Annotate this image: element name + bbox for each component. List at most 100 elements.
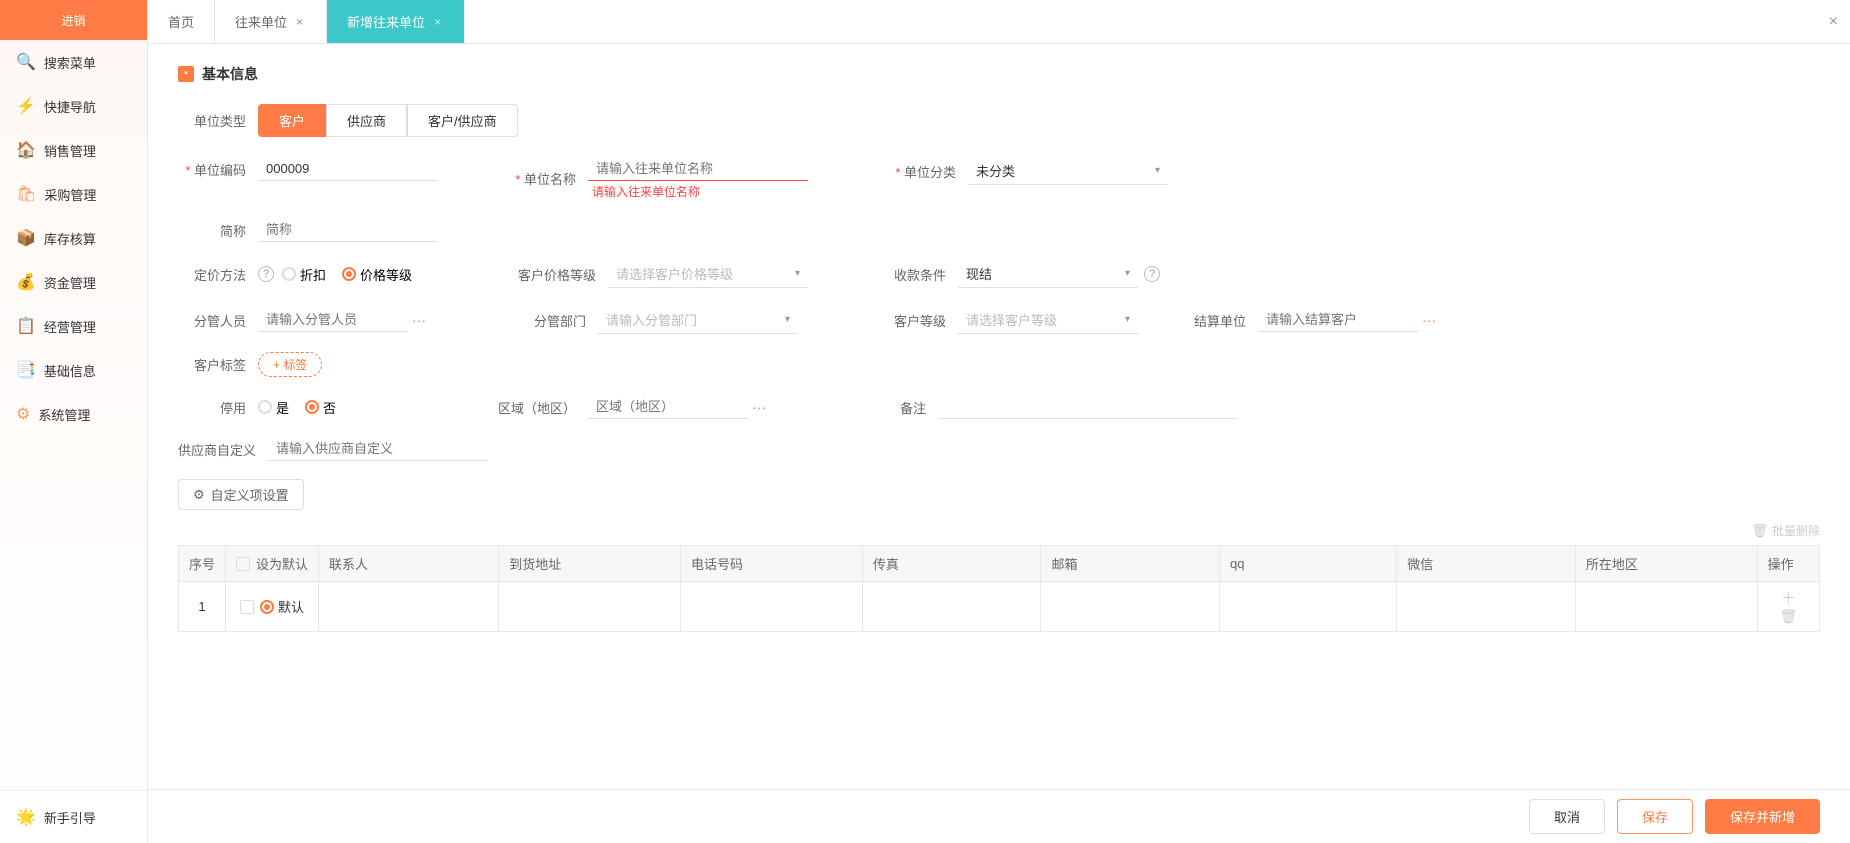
phone-input[interactable] — [691, 599, 852, 614]
add-tag-button[interactable]: + 标签 — [258, 352, 322, 377]
sidebar-item-ops[interactable]: 📋 经营管理 — [0, 304, 147, 348]
guide-icon: 🌟 — [16, 807, 36, 827]
tab-home-label: 首页 — [168, 12, 194, 31]
sidebar-item-finance[interactable]: 💰 资金管理 — [0, 260, 147, 304]
payment-terms-select[interactable]: 现结 ▾ — [958, 260, 1138, 288]
short-name-input[interactable] — [258, 218, 438, 242]
sidebar-item-label: 快捷导航 — [44, 97, 96, 116]
radio-discount[interactable]: 折扣 — [282, 265, 326, 284]
footer: 取消 保存 保存并新增 — [148, 789, 1850, 843]
area-more-btn[interactable]: ··· — [748, 399, 770, 415]
col-action: 操作 — [1757, 546, 1819, 582]
radio-disabled-no[interactable]: 否 — [305, 398, 336, 417]
type-btn-both[interactable]: 客户/供应商 — [407, 104, 518, 137]
save-button[interactable]: 保存 — [1617, 799, 1693, 834]
field-area: 区域（地区） ··· — [478, 395, 838, 419]
cell-phone[interactable] — [681, 582, 863, 632]
save-new-button[interactable]: 保存并新增 — [1705, 799, 1820, 834]
tab-partners[interactable]: 往来单位 × — [215, 0, 327, 43]
tab-new-partner[interactable]: 新增往来单位 × — [327, 0, 465, 43]
custom-settings-label: 自定义项设置 — [211, 485, 289, 504]
row-short-name: 简称 — [178, 218, 1820, 242]
cell-qq[interactable] — [1220, 582, 1397, 632]
cell-fax[interactable] — [862, 582, 1041, 632]
supplier-custom-label: 供应商自定义 — [178, 440, 268, 459]
cell-contact[interactable] — [319, 582, 499, 632]
manager-more-btn[interactable]: ··· — [408, 312, 430, 328]
pricing-method-label: 定价方法 — [178, 265, 258, 284]
unit-code-input[interactable] — [258, 157, 438, 181]
delete-row-btn[interactable]: 🗑 — [1779, 608, 1797, 624]
custom-settings-button[interactable]: ⚙ 自定义项设置 — [178, 479, 304, 510]
cell-region[interactable] — [1575, 582, 1757, 632]
sidebar-item-base[interactable]: 📑 基础信息 — [0, 348, 147, 392]
cell-wechat[interactable] — [1397, 582, 1576, 632]
search-icon: 🔍 — [16, 52, 36, 72]
add-row-btn[interactable]: ＋ — [1781, 590, 1795, 606]
contact-input[interactable] — [329, 599, 488, 614]
unit-name-error: 请输入往来单位名称 — [588, 183, 808, 200]
radio-price-level-circle — [342, 267, 356, 281]
settlement-unit-more-btn[interactable]: ··· — [1418, 312, 1440, 328]
radio-no-circle — [305, 400, 319, 414]
fax-input[interactable] — [873, 599, 1031, 614]
field-customer-price-level: 客户价格等级 请选择客户价格等级 ▾ — [498, 260, 858, 288]
qq-input[interactable] — [1230, 599, 1386, 614]
region-input[interactable] — [1586, 599, 1747, 614]
manager-input[interactable] — [258, 308, 408, 332]
default-radio[interactable]: 默认 — [260, 597, 304, 616]
cancel-button[interactable]: 取消 — [1529, 799, 1605, 834]
payment-help-icon[interactable]: ? — [1144, 266, 1160, 282]
radio-disabled-yes[interactable]: 是 — [258, 398, 289, 417]
email-input[interactable] — [1051, 599, 1209, 614]
sidebar-item-purchase[interactable]: 🛍 采购管理 — [0, 172, 147, 216]
sidebar-item-guide[interactable]: 🌟 新手引导 — [0, 799, 147, 835]
address-input[interactable] — [509, 599, 670, 614]
radio-price-level[interactable]: 价格等级 — [342, 265, 412, 284]
remark-input[interactable] — [938, 395, 1238, 419]
content-area: ▪ 基本信息 单位类型 客户 供应商 客户/供应商 单位编码 单位名称 — [148, 44, 1850, 789]
tab-partners-close[interactable]: × — [293, 14, 306, 30]
customer-level-placeholder: 请选择客户等级 — [966, 310, 1057, 329]
tab-bar-close-all[interactable]: × — [1829, 13, 1838, 31]
settlement-unit-input[interactable] — [1258, 308, 1418, 332]
cell-address[interactable] — [499, 582, 681, 632]
wechat-input[interactable] — [1407, 599, 1565, 614]
pricing-radio-group: 折扣 价格等级 — [282, 265, 412, 284]
tab-new-partner-close[interactable]: × — [431, 14, 444, 30]
area-input[interactable] — [588, 395, 748, 419]
field-remark: 备注 — [838, 395, 1820, 419]
batch-delete-area: 🗑 批量删除 — [178, 522, 1820, 539]
field-supplier-custom: 供应商自定义 — [178, 437, 578, 461]
payment-terms-arrow: ▾ — [1125, 268, 1130, 279]
select-all-checkbox[interactable] — [236, 557, 250, 571]
purchase-icon: 🛍 — [16, 184, 36, 204]
sidebar-item-quick-nav[interactable]: ⚡ 快捷导航 — [0, 84, 147, 128]
sidebar-item-inventory[interactable]: 📦 库存核算 — [0, 216, 147, 260]
department-select[interactable]: 请输入分管部门 ▾ — [598, 306, 798, 334]
tab-home[interactable]: 首页 — [148, 0, 215, 43]
radio-yes-circle — [258, 400, 272, 414]
customer-level-select[interactable]: 请选择客户等级 ▾ — [958, 306, 1138, 334]
sidebar-item-search[interactable]: 🔍 搜索菜单 — [0, 40, 147, 84]
supplier-custom-input[interactable] — [268, 437, 488, 461]
customer-price-level-select[interactable]: 请选择客户价格等级 ▾ — [608, 260, 808, 288]
batch-delete-label[interactable]: 批量删除 — [1772, 522, 1820, 539]
cell-email[interactable] — [1041, 582, 1220, 632]
batch-delete-icon: 🗑 — [1751, 523, 1768, 539]
unit-name-input[interactable] — [588, 157, 808, 181]
area-label: 区域（地区） — [498, 398, 588, 417]
sidebar-item-label: 经营管理 — [44, 317, 96, 336]
row-checkbox[interactable] — [240, 600, 254, 614]
payment-terms-label: 收款条件 — [878, 265, 958, 284]
sidebar-item-system[interactable]: ⚙ 系统管理 — [0, 392, 147, 436]
type-btn-customer[interactable]: 客户 — [258, 104, 326, 137]
radio-yes-label: 是 — [276, 398, 289, 417]
unit-category-select[interactable]: 未分类 ▾ — [968, 157, 1168, 185]
sidebar-item-sales[interactable]: 🏠 销售管理 — [0, 128, 147, 172]
type-btn-supplier[interactable]: 供应商 — [326, 104, 407, 137]
pricing-help-icon[interactable]: ? — [258, 266, 274, 282]
main-area: 首页 往来单位 × 新增往来单位 × × ▪ 基本信息 单位类型 客户 供应商 … — [148, 0, 1850, 843]
unit-type-row: 单位类型 客户 供应商 客户/供应商 — [178, 104, 1820, 137]
sidebar-item-label: 搜索菜单 — [44, 53, 96, 72]
